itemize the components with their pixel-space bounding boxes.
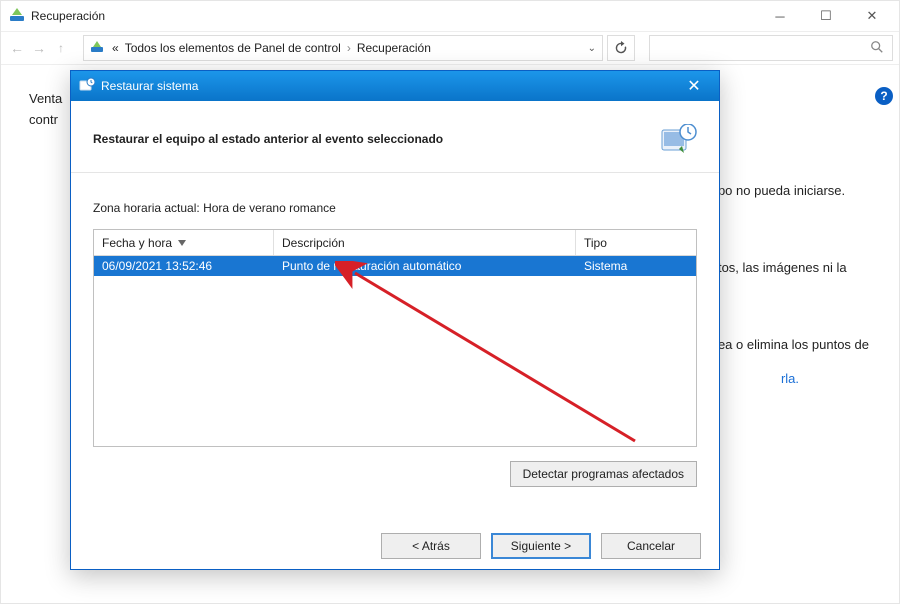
chevron-right-icon: › xyxy=(347,41,351,55)
bg-text-r3: ea o elimina los puntos de xyxy=(718,335,869,356)
bg-text-r2: tos, las imágenes ni la xyxy=(718,258,869,279)
cell-desc: Punto de restauración automático xyxy=(274,257,576,275)
search-icon xyxy=(870,40,884,57)
nav-up-button[interactable]: ↑ xyxy=(51,38,71,58)
table-row[interactable]: 06/09/2021 13:52:46Punto de restauración… xyxy=(94,256,696,276)
table-header: Fecha y hora Descripción Tipo xyxy=(94,230,696,256)
search-input[interactable] xyxy=(649,35,893,61)
breadcrumb[interactable]: « Todos los elementos de Panel de contro… xyxy=(83,35,603,61)
bg-link-tail[interactable]: rla. xyxy=(781,371,799,386)
restore-points-table: Fecha y hora Descripción Tipo 06/09/2021… xyxy=(93,229,697,447)
next-button[interactable]: Siguiente > xyxy=(491,533,591,559)
restore-large-icon xyxy=(661,124,697,154)
dialog-footer: < Atrás Siguiente > Cancelar xyxy=(381,533,701,559)
dialog-close-button[interactable]: ✕ xyxy=(673,71,715,101)
dialog-titlebar: Restaurar sistema ✕ xyxy=(71,71,719,101)
col-desc[interactable]: Descripción xyxy=(274,230,576,255)
detect-affected-button[interactable]: Detectar programas afectados xyxy=(510,461,697,487)
nav-back-button[interactable]: ← xyxy=(7,38,27,58)
breadcrumb-leaf[interactable]: Recuperación xyxy=(357,41,431,55)
dialog-header: Restaurar el equipo al estado anterior a… xyxy=(71,101,719,173)
minimize-button[interactable]: ─ xyxy=(757,1,803,31)
maximize-button[interactable]: ☐ xyxy=(803,1,849,31)
window-titlebar: Recuperación ─ ☐ ✕ xyxy=(1,1,899,31)
refresh-button[interactable] xyxy=(607,35,635,61)
recovery-icon xyxy=(9,7,25,26)
breadcrumb-lead: « xyxy=(112,41,119,55)
col-type-label: Tipo xyxy=(584,236,607,250)
dialog-title: Restaurar sistema xyxy=(101,79,198,93)
system-restore-dialog: Restaurar sistema ✕ Restaurar el equipo … xyxy=(70,70,720,570)
close-button[interactable]: ✕ xyxy=(849,1,895,31)
col-desc-label: Descripción xyxy=(282,236,345,250)
timezone-label: Zona horaria actual: Hora de verano roma… xyxy=(93,201,697,215)
cancel-button[interactable]: Cancelar xyxy=(601,533,701,559)
cell-type: Sistema xyxy=(576,257,696,275)
nav-forward-button[interactable]: → xyxy=(29,38,49,58)
col-date-label: Fecha y hora xyxy=(102,236,172,250)
dialog-heading: Restaurar el equipo al estado anterior a… xyxy=(93,132,443,146)
breadcrumb-dropdown-icon[interactable]: ⌄ xyxy=(588,43,596,54)
cell-date: 06/09/2021 13:52:46 xyxy=(94,257,274,275)
col-type[interactable]: Tipo xyxy=(576,230,696,255)
sort-desc-icon xyxy=(178,240,186,246)
breadcrumb-parent[interactable]: Todos los elementos de Panel de control xyxy=(125,41,341,55)
address-bar: ← → ↑ « Todos los elementos de Panel de … xyxy=(1,31,899,65)
restore-icon xyxy=(79,77,95,96)
col-date[interactable]: Fecha y hora xyxy=(94,230,274,255)
bg-text-r1: po no pueda iniciarse. xyxy=(718,181,869,202)
recovery-small-icon xyxy=(90,41,106,56)
back-button[interactable]: < Atrás xyxy=(381,533,481,559)
table-body: 06/09/2021 13:52:46Punto de restauración… xyxy=(94,256,696,446)
window-title: Recuperación xyxy=(31,9,105,23)
